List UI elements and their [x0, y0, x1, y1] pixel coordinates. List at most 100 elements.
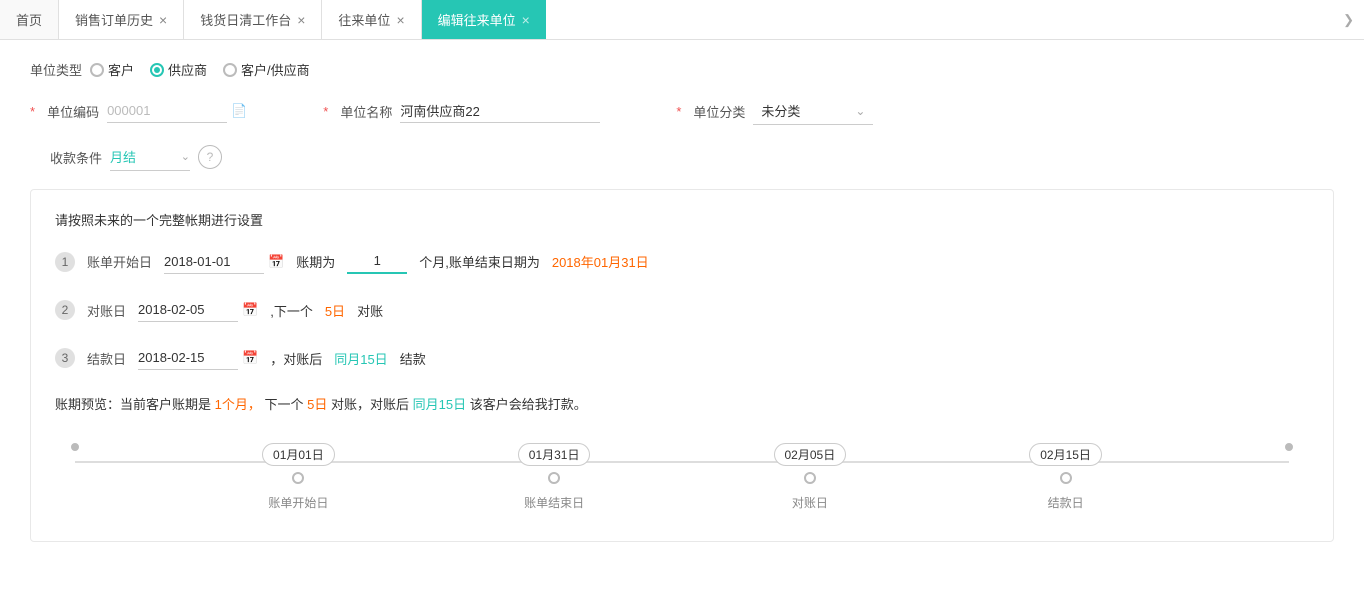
pay-date-input[interactable]	[138, 346, 238, 370]
row-label-3: 结款日	[87, 349, 126, 368]
preview-reconcile-suffix: 对账，对账后	[331, 397, 409, 412]
category-dropdown-icon: ⌄	[855, 104, 865, 118]
timeline-right-dot	[1285, 443, 1293, 451]
tab-bar: 首页 销售订单历史 × 钱货日清工作台 × 往来单位 × 编辑往来单位 × ❯	[0, 0, 1364, 40]
period-value-input[interactable]	[347, 249, 407, 274]
timeline-dot-3	[804, 472, 816, 484]
timeline-badge-2: 01月31日	[518, 443, 591, 466]
timeline-dot-1	[292, 472, 304, 484]
radio-both[interactable]: 客户/供应商	[223, 60, 310, 79]
main-content: 单位类型 客户 供应商 客户/供应商 * 单位编码 📄 * 单位名称	[0, 40, 1364, 608]
radio-customer[interactable]: 客户	[90, 60, 134, 79]
pay-highlight: 同月15日	[334, 349, 387, 368]
reconcile-date-wrap: 📅	[138, 298, 258, 322]
pay-date-cal-icon[interactable]: 📅	[242, 350, 258, 366]
timeline-point-2: 01月31日 账单结束日	[518, 443, 591, 511]
radio-group: 客户 供应商 客户/供应商	[90, 60, 310, 79]
reconcile-date-input[interactable]	[138, 298, 238, 322]
start-date-wrap: 📅	[164, 250, 284, 274]
unit-category-value: 未分类	[761, 101, 800, 120]
unit-name-label: 单位名称	[340, 102, 392, 121]
unit-code-wrap: 📄	[107, 99, 247, 123]
preview-period: 1个月，	[215, 397, 261, 412]
start-date-input[interactable]	[164, 250, 264, 274]
payment-terms-select[interactable]: 月结 ⌄	[110, 143, 190, 171]
radio-both-circle	[223, 63, 237, 77]
row-num-2: 2	[55, 300, 75, 320]
timeline-label-1: 账单开始日	[268, 494, 328, 511]
timeline-left-dot	[71, 443, 79, 451]
timeline-badge-4: 02月15日	[1029, 443, 1102, 466]
reconcile-date-cal-icon[interactable]: 📅	[242, 302, 258, 318]
unit-code-icon[interactable]: 📄	[231, 103, 247, 119]
unit-code-label: 单位编码	[47, 102, 99, 121]
timeline-point-4: 02月15日 结款日	[1029, 443, 1102, 511]
reconcile-highlight: 5日	[325, 301, 345, 320]
radio-supplier-circle	[150, 63, 164, 77]
close-cash-work[interactable]: ×	[297, 13, 305, 27]
payment-terms-value: 月结	[110, 147, 136, 166]
start-date-cal-icon[interactable]: 📅	[268, 254, 284, 270]
period-label: 账期为	[296, 252, 335, 271]
preview-pay-day: 同月15日	[413, 397, 466, 412]
timeline-badge-3: 02月05日	[774, 443, 847, 466]
unit-type-row: 单位类型 客户 供应商 客户/供应商	[30, 60, 1334, 79]
unit-code-input[interactable]	[107, 99, 227, 123]
tab-edit-partner[interactable]: 编辑往来单位 ×	[422, 0, 546, 39]
preview-prefix: 账期预览：当前客户账期是	[55, 397, 211, 412]
radio-customer-circle	[90, 63, 104, 77]
timeline-point-1: 01月01日 账单开始日	[262, 443, 335, 511]
setting-row-3: 3 结款日 📅 ，对账后 同月15日 结款	[55, 346, 1309, 370]
preview-text: 账期预览：当前客户账期是 1个月， 下一个 5日 对账，对账后 同月15日 该客…	[55, 394, 1309, 413]
row-num-3: 3	[55, 348, 75, 368]
timeline-label-4: 结款日	[1048, 494, 1084, 511]
timeline-dot-2	[548, 472, 560, 484]
help-icon[interactable]: ?	[198, 145, 222, 169]
unit-category-label: 单位分类	[693, 102, 745, 121]
close-edit-partner[interactable]: ×	[522, 13, 530, 27]
pay-suffix: 结款	[400, 349, 426, 368]
radio-supplier[interactable]: 供应商	[150, 60, 207, 79]
row-num-1: 1	[55, 252, 75, 272]
close-sales-history[interactable]: ×	[159, 13, 167, 27]
tab-cash-work[interactable]: 钱货日清工作台 ×	[184, 0, 322, 39]
tab-partner[interactable]: 往来单位 ×	[322, 0, 421, 39]
code-name-category-row: * 单位编码 📄 * 单位名称 * 单位分类 未分类 ⌄	[30, 97, 1334, 125]
setting-row-1: 1 账单开始日 📅 账期为 个月,账单结束日期为 2018年01月31日	[55, 249, 1309, 274]
setting-row-2: 2 对账日 📅 ,下一个 5日 对账	[55, 298, 1309, 322]
name-required-star: *	[323, 104, 328, 119]
timeline-right-end	[1285, 443, 1293, 511]
timeline-dots: 01月01日 账单开始日 01月31日 账单结束日 02月05日 对账日	[75, 443, 1289, 511]
unit-type-label: 单位类型	[30, 60, 82, 79]
timeline-left-end	[71, 443, 79, 511]
settings-section: 请按照未来的一个完整帐期进行设置 1 账单开始日 📅 账期为 个月,账单结束日期…	[30, 189, 1334, 542]
close-partner[interactable]: ×	[396, 13, 404, 27]
tab-expand-button[interactable]: ❯	[1333, 0, 1364, 39]
timeline-label-2: 账单结束日	[524, 494, 584, 511]
section-instruction: 请按照未来的一个完整帐期进行设置	[55, 210, 1309, 229]
unit-name-input[interactable]	[400, 99, 600, 123]
preview-pay-suffix: 该客户会给我打款。	[470, 397, 587, 412]
row-label-1: 账单开始日	[87, 252, 152, 271]
unit-category-select[interactable]: 未分类 ⌄	[753, 97, 873, 125]
payment-terms-dropdown-icon: ⌄	[181, 150, 190, 163]
timeline-point-3: 02月05日 对账日	[774, 443, 847, 511]
pay-prefix: ，对账后	[270, 349, 322, 368]
code-required-star: *	[30, 104, 35, 119]
timeline-badge-1: 01月01日	[262, 443, 335, 466]
preview-period-suffix: 下一个	[265, 397, 304, 412]
preview-reconcile-day: 5日	[307, 397, 327, 412]
reconcile-prefix: ,下一个	[270, 301, 313, 320]
row-label-2: 对账日	[87, 301, 126, 320]
category-required-star: *	[676, 104, 681, 119]
payment-terms-label: 收款条件	[50, 148, 102, 167]
timeline-label-3: 对账日	[792, 494, 828, 511]
tab-home[interactable]: 首页	[0, 0, 59, 39]
timeline-dot-4	[1060, 472, 1072, 484]
period-unit-text: 个月,账单结束日期为	[419, 252, 540, 271]
tab-sales-history[interactable]: 销售订单历史 ×	[59, 0, 184, 39]
reconcile-suffix: 对账	[357, 301, 383, 320]
timeline: 01月01日 账单开始日 01月31日 账单结束日 02月05日 对账日	[55, 433, 1309, 521]
pay-date-wrap: 📅	[138, 346, 258, 370]
payment-terms-row: 收款条件 月结 ⌄ ?	[30, 143, 1334, 171]
